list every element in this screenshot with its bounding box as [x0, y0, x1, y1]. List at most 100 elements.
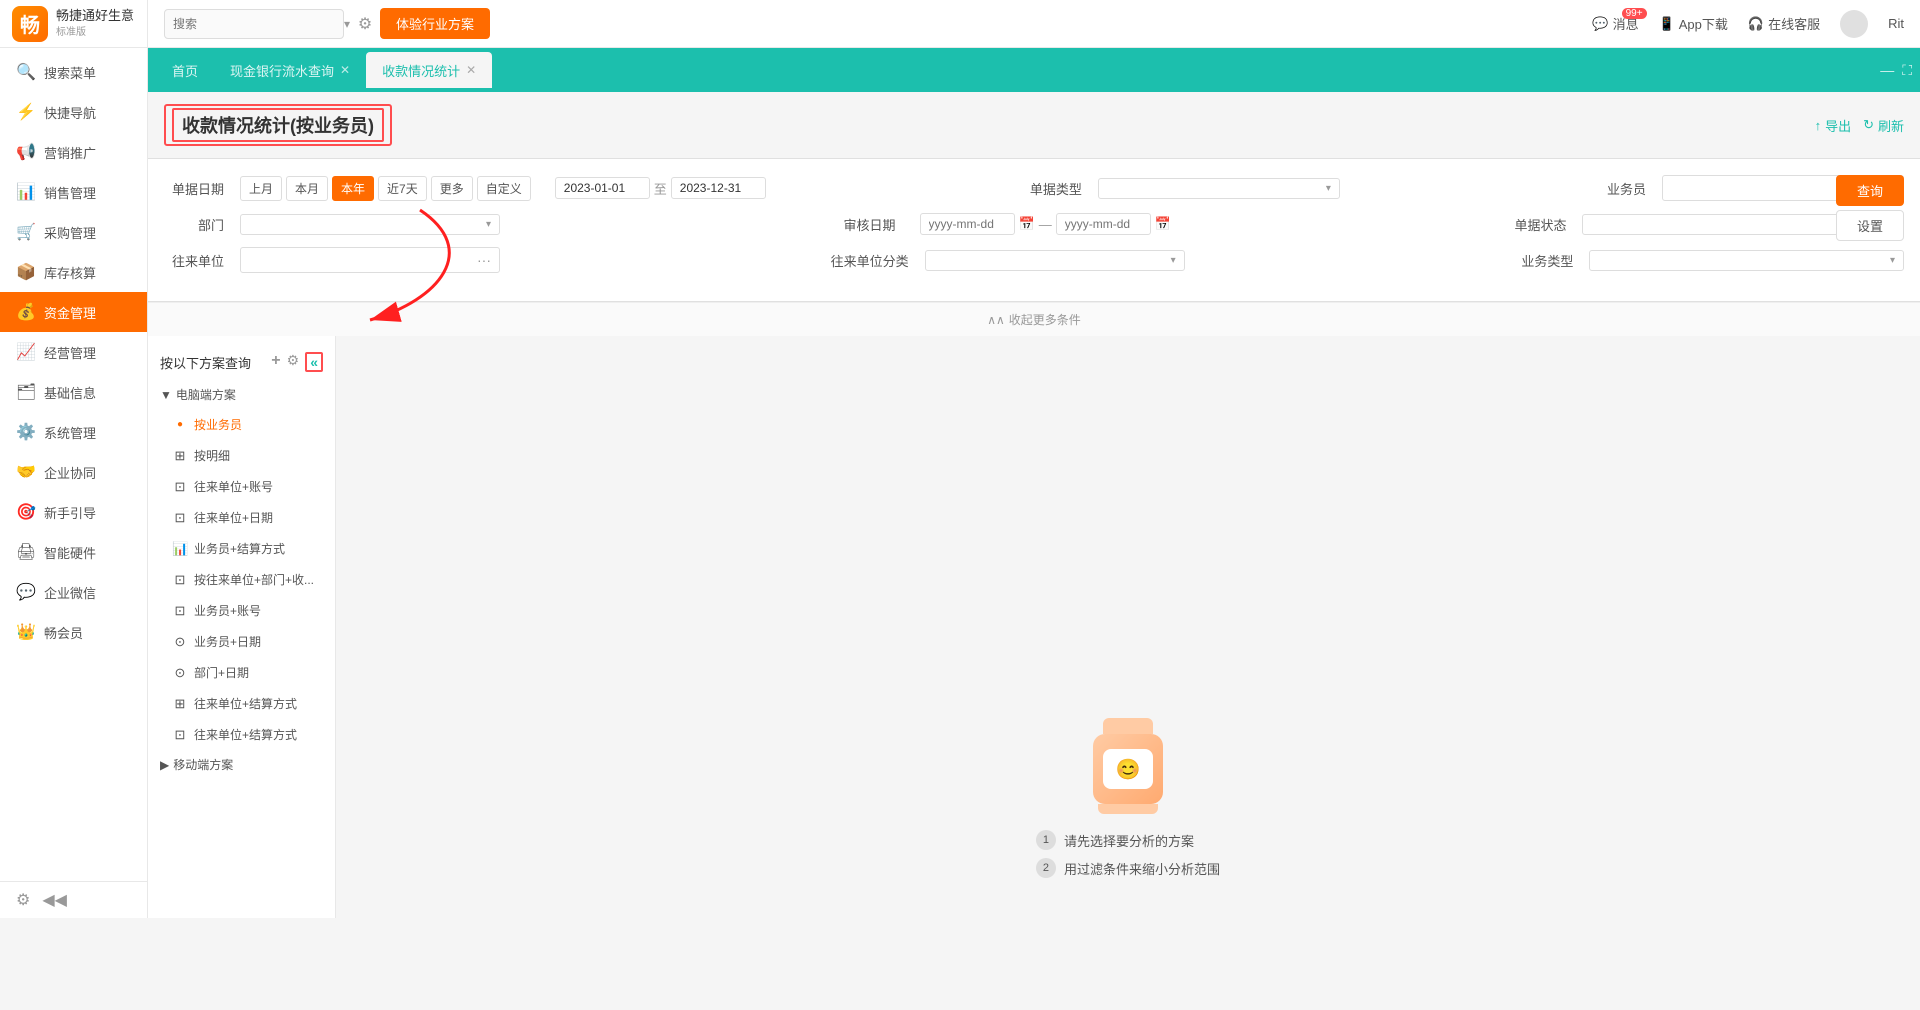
date-btn-thismonth[interactable]: 本月 [286, 176, 328, 201]
header-search-input[interactable] [164, 9, 344, 39]
inventory-icon: 📦 [16, 262, 36, 282]
content-area: 按以下方案查询 + ⚙ « ▼ 电脑端方案 ● 按业务员 ⊞ 按明细 [148, 336, 1920, 918]
sidebar-label-member: 畅会员 [44, 623, 83, 642]
date-from-input[interactable] [555, 177, 650, 199]
sidebar-item-guide[interactable]: 🎯 新手引导 [0, 492, 147, 532]
panel-item-unit-date[interactable]: ⊡ 往来单位+日期 [148, 502, 335, 533]
refresh-btn[interactable]: ↻ 刷新 [1863, 116, 1904, 135]
biztype-select[interactable]: ▾ [1589, 250, 1904, 271]
fromunit-select[interactable]: ··· [240, 247, 500, 273]
dept-select[interactable]: ▾ [240, 214, 500, 235]
tab-home[interactable]: 首页 [156, 52, 214, 88]
header-right: 💬 消息 99+ 📱 App下载 🎧 在线客服 Rit [1592, 10, 1904, 38]
section-label-pc: 电脑端方案 [176, 386, 236, 403]
user-avatar[interactable] [1840, 10, 1868, 38]
empty-hints: 1 请先选择要分析的方案 2 用过滤条件来缩小分析范围 [1036, 830, 1220, 878]
hint-item-2: 2 用过滤条件来缩小分析范围 [1036, 858, 1220, 878]
sales-settle-icon: 📊 [172, 541, 188, 557]
sidebar-item-inventory[interactable]: 📦 库存核算 [0, 252, 147, 292]
panel-item-salesperson[interactable]: ● 按业务员 [148, 409, 335, 440]
date-btn-7days[interactable]: 近7天 [378, 176, 427, 201]
tab-cashflow-close[interactable]: ✕ [340, 63, 350, 77]
panel-item-dept-date[interactable]: ⊙ 部门+日期 [148, 657, 335, 688]
messages-item[interactable]: 💬 消息 99+ [1592, 14, 1638, 33]
fromunit-cat-select[interactable]: ▾ [925, 250, 1185, 271]
panel-settings-icon[interactable]: ⚙ [287, 352, 300, 372]
tab-min-icon[interactable]: — [1880, 62, 1894, 78]
panel-item-unit-acct[interactable]: ⊡ 往来单位+账号 [148, 471, 335, 502]
sidebar-item-finance[interactable]: 💰 资金管理 [0, 292, 147, 332]
sidebar-item-basic[interactable]: 🗂 基础信息 [0, 372, 147, 412]
panel-item-detail[interactable]: ⊞ 按明细 [148, 440, 335, 471]
sidebar-item-operations[interactable]: 📈 经营管理 [0, 332, 147, 372]
corp-icon: 🤝 [16, 462, 36, 482]
hint-text-1: 请先选择要分析的方案 [1064, 831, 1194, 850]
filter-row-2: 部门 ▾ 审核日期 📅 — 📅 单据状态 ▾ [164, 213, 1904, 235]
sidebar-label-basic: 基础信息 [44, 383, 96, 402]
collapse-sidebar-icon[interactable]: ◀◀ [42, 890, 67, 910]
sidebar-item-wechat[interactable]: 💬 企业微信 [0, 572, 147, 612]
date-to-input[interactable] [671, 177, 766, 199]
quicknav-icon: ⚡ [16, 102, 36, 122]
collapse-label: 收起更多条件 [1009, 311, 1081, 328]
filter-settings-btn[interactable]: 设置 [1836, 210, 1904, 241]
sidebar-item-sales[interactable]: 📊 销售管理 [0, 172, 147, 212]
tab-cashflow[interactable]: 现金银行流水查询 ✕ [214, 52, 366, 88]
export-btn[interactable]: ↑ 导出 [1815, 116, 1852, 135]
doctype-label: 单据类型 [1022, 179, 1082, 198]
date-btn-lastmonth[interactable]: 上月 [240, 176, 282, 201]
left-panel: 按以下方案查询 + ⚙ « ▼ 电脑端方案 ● 按业务员 ⊞ 按明细 [148, 336, 336, 918]
empty-robot: 😊 [1078, 718, 1178, 818]
online-service-item[interactable]: 🎧 在线客服 [1748, 14, 1820, 33]
trial-btn[interactable]: 体验行业方案 [380, 8, 490, 39]
sidebar-item-purchase[interactable]: 🛒 采购管理 [0, 212, 147, 252]
panel-item-sales-acct[interactable]: ⊡ 业务员+账号 [148, 595, 335, 626]
unit-acct-icon: ⊡ [172, 479, 188, 495]
date-btn-custom[interactable]: 自定义 [477, 176, 531, 201]
sidebar-label-sales: 销售管理 [44, 183, 96, 202]
query-btn[interactable]: 查询 [1836, 175, 1904, 206]
sidebar-item-quicknav[interactable]: ⚡ 快捷导航 [0, 92, 147, 132]
fromunit-dots[interactable]: ··· [477, 252, 491, 268]
collapse-bar[interactable]: ∧∧ 收起更多条件 [148, 302, 1920, 336]
tab-receipts-close[interactable]: ✕ [466, 63, 476, 77]
panel-add-icon[interactable]: + [271, 352, 280, 372]
review-date-label: 审核日期 [836, 215, 896, 234]
panel-section-mobile[interactable]: ▶ 移动端方案 [148, 750, 335, 779]
panel-item-unit-dept[interactable]: ⊡ 按往来单位+部门+收... [148, 564, 335, 595]
panel-item-sales-date[interactable]: ⊙ 业务员+日期 [148, 626, 335, 657]
unit-acct-label: 往来单位+账号 [194, 478, 273, 495]
date-btn-more[interactable]: 更多 [431, 176, 473, 201]
sidebar-item-search[interactable]: 🔍 搜索菜单 [0, 52, 147, 92]
doctype-select[interactable]: ▾ [1098, 178, 1340, 199]
panel-item-unit-settle2[interactable]: ⊡ 往来单位+结算方式 [148, 719, 335, 750]
panel-item-sales-settle[interactable]: 📊 业务员+结算方式 [148, 533, 335, 564]
app-download-item[interactable]: 📱 App下载 [1659, 14, 1728, 33]
export-icon: ↑ [1815, 118, 1822, 133]
sidebar-item-corp[interactable]: 🤝 企业协同 [0, 452, 147, 492]
sales-acct-label: 业务员+账号 [194, 602, 261, 619]
sidebar-item-hardware[interactable]: 🖨 智能硬件 [0, 532, 147, 572]
dept-date-label: 部门+日期 [194, 664, 249, 681]
review-calendar-to: 📅 [1155, 216, 1171, 232]
review-to-input[interactable] [1056, 213, 1151, 235]
settings-bottom-icon[interactable]: ⚙ [16, 890, 30, 910]
panel-item-unit-settle1[interactable]: ⊞ 往来单位+结算方式 [148, 688, 335, 719]
tab-receipts[interactable]: 收款情况统计 ✕ [366, 52, 492, 88]
sidebar-item-member[interactable]: 👑 畅会员 [0, 612, 147, 652]
date-btn-thisyear[interactable]: 本年 [332, 176, 374, 201]
panel-collapse-icon[interactable]: « [305, 352, 323, 372]
main-content: 收款情况统计(按业务员) ↑ 导出 ↻ 刷新 单据日期 上月 本月 本年 近7天… [148, 92, 1920, 918]
header-gear-icon[interactable]: ⚙ [350, 9, 380, 39]
right-content: 😊 1 请先选择要分析的方案 2 用过滤条件来缩小分析范围 [336, 336, 1920, 918]
top-header: ▾ ⚙ 体验行业方案 💬 消息 99+ 📱 App下载 🎧 在线客服 Rit [148, 0, 1920, 48]
review-from-input[interactable] [920, 213, 1015, 235]
section-arrow-pc: ▼ [160, 388, 172, 402]
panel-section-pc[interactable]: ▼ 电脑端方案 [148, 380, 335, 409]
hint-text-2: 用过滤条件来缩小分析范围 [1064, 859, 1220, 878]
sidebar-item-system[interactable]: ⚙️ 系统管理 [0, 412, 147, 452]
sidebar-logo: 畅 畅捷通好生意 标准版 [0, 0, 147, 48]
unit-settle2-icon: ⊡ [172, 727, 188, 743]
sidebar-item-marketing[interactable]: 📢 营销推广 [0, 132, 147, 172]
tab-max-icon[interactable]: ⛶ [1902, 62, 1912, 79]
